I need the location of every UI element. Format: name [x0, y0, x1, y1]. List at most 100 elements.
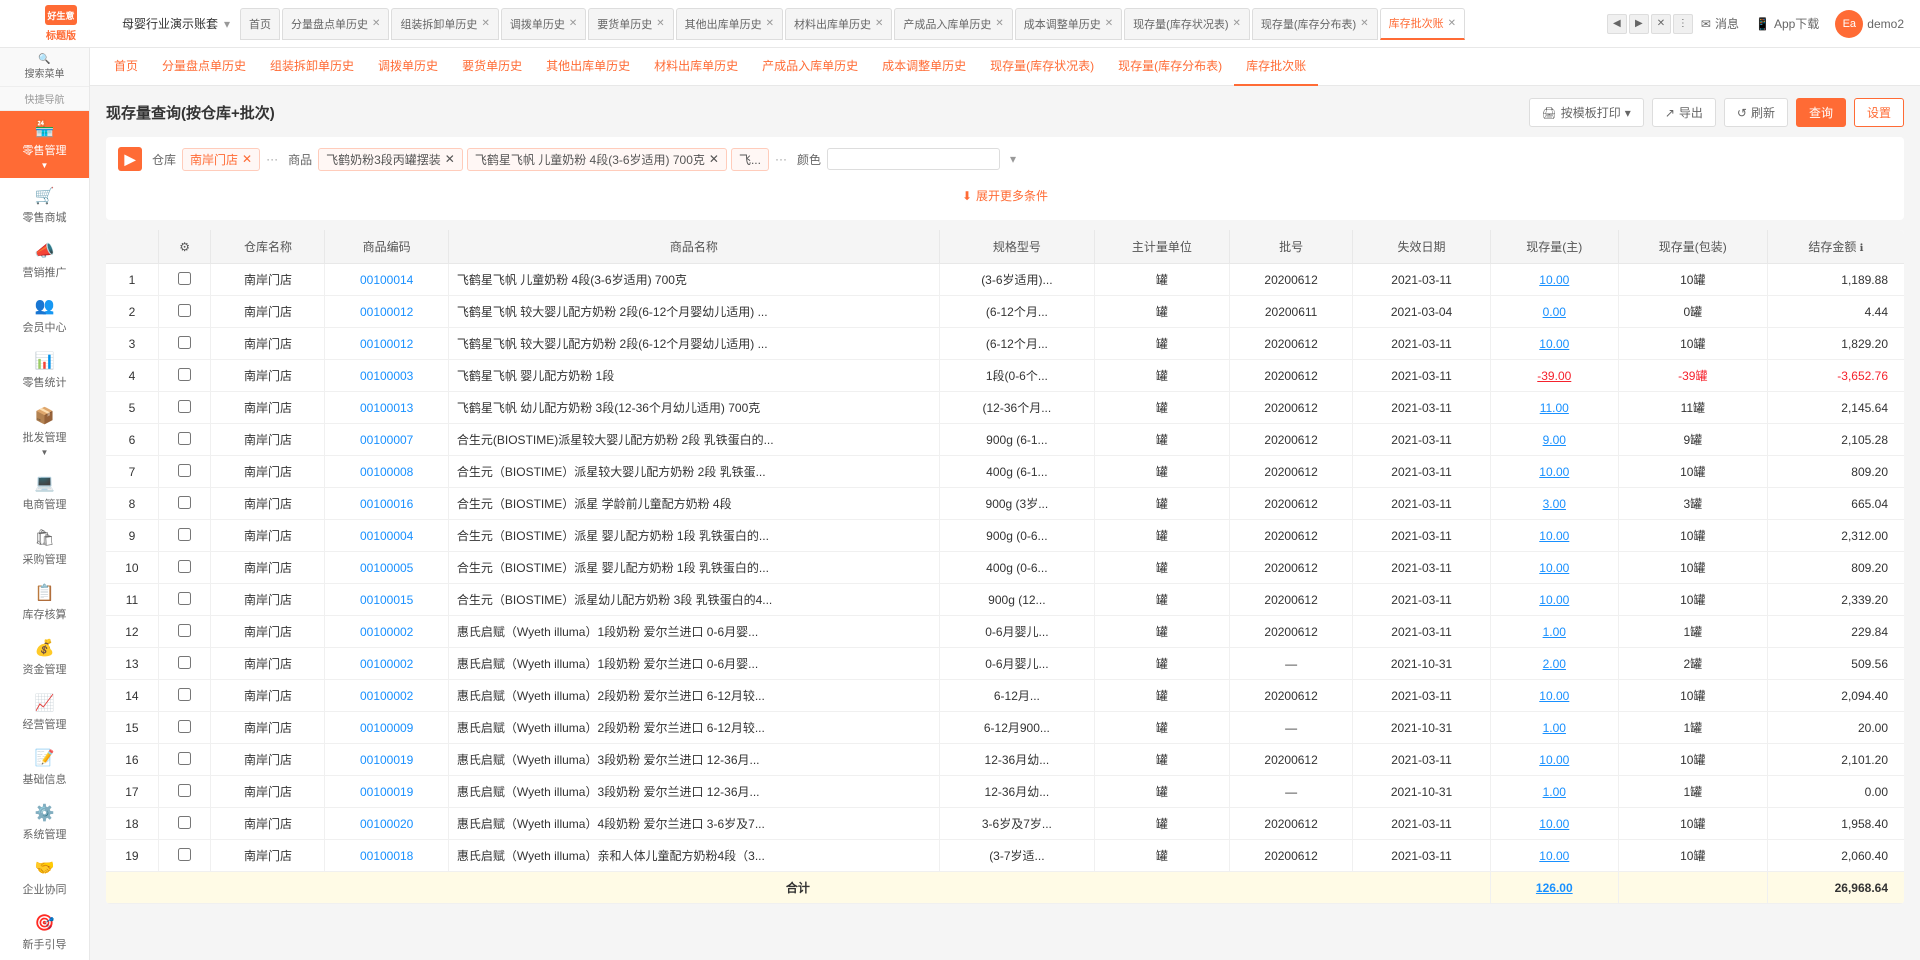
- settings-button[interactable]: 设置: [1854, 98, 1904, 127]
- sec-nav-yao_huo[interactable]: 要货单历史: [450, 48, 534, 86]
- top-tab-xian_cun1[interactable]: 现存量(库存状况表)✕: [1124, 8, 1250, 40]
- cell-checkbox[interactable]: [158, 488, 211, 520]
- row-checkbox[interactable]: [178, 688, 191, 701]
- row-checkbox[interactable]: [178, 592, 191, 605]
- top-tab-yao_huo[interactable]: 要货单历史✕: [588, 8, 673, 40]
- cell-checkbox[interactable]: [158, 648, 211, 680]
- top-tab-zu_chai[interactable]: 组装拆卸单历史✕: [391, 8, 498, 40]
- cell-checkbox[interactable]: [158, 776, 211, 808]
- cell-checkbox[interactable]: [158, 840, 211, 872]
- sidebar-item-dian_shang[interactable]: 💻电商管理: [0, 465, 89, 520]
- cell-checkbox[interactable]: [158, 328, 211, 360]
- prev-tab-button[interactable]: ◀: [1607, 14, 1627, 34]
- tab-close-icon[interactable]: ✕: [1360, 18, 1368, 29]
- cell-checkbox[interactable]: [158, 392, 211, 424]
- sec-nav-xian_cun1[interactable]: 现存量(库存状况表): [978, 48, 1106, 86]
- warehouse-tag[interactable]: 南岸门店 ✕: [182, 148, 260, 171]
- product-filter-tag[interactable]: 飞鹤奶粉3段丙罐摆装 ✕: [318, 148, 463, 171]
- filter-expand-button[interactable]: ▶: [118, 147, 142, 171]
- cell-checkbox[interactable]: [158, 264, 211, 296]
- top-tab-cai_liao[interactable]: 材料出库单历史✕: [785, 8, 892, 40]
- sidebar-item-hui_yuan[interactable]: 👥会员中心: [0, 288, 89, 343]
- sec-nav-chan_pin[interactable]: 产成品入库单历史: [750, 48, 870, 86]
- color-dropdown-icon[interactable]: ▾: [1010, 152, 1016, 166]
- sec-nav-ku_cun_pi[interactable]: 库存批次账: [1234, 48, 1318, 86]
- export-button[interactable]: ↗ 导出: [1652, 98, 1716, 127]
- top-tab-home[interactable]: 首页: [240, 8, 280, 40]
- product-tag-close[interactable]: ✕: [709, 152, 719, 166]
- row-checkbox[interactable]: [178, 816, 191, 829]
- row-checkbox[interactable]: [178, 496, 191, 509]
- col-settings[interactable]: ⚙: [158, 230, 211, 264]
- sidebar-item-jing_ying[interactable]: 📈经营管理: [0, 685, 89, 740]
- message-button[interactable]: ✉ 消息: [1701, 15, 1739, 32]
- top-tab-tiao_bo[interactable]: 调拨单历史✕: [501, 8, 586, 40]
- sidebar-item-ying_xiao[interactable]: 📣营销推广: [0, 233, 89, 288]
- cell-checkbox[interactable]: [158, 296, 211, 328]
- template-print-button[interactable]: 🖨 按模板打印 ▾: [1529, 98, 1644, 127]
- sidebar-item-ku_cun[interactable]: 📋库存核算: [0, 575, 89, 630]
- next-tab-button[interactable]: ▶: [1629, 14, 1649, 34]
- sec-nav-cai_liao[interactable]: 材料出库单历史: [642, 48, 750, 86]
- tab-close-icon[interactable]: ✕: [766, 18, 774, 29]
- workspace-dropdown-icon[interactable]: ▾: [224, 17, 230, 31]
- row-checkbox[interactable]: [178, 784, 191, 797]
- tab-close-icon[interactable]: ✕: [1448, 18, 1456, 29]
- cell-checkbox[interactable]: [158, 360, 211, 392]
- tab-close-icon[interactable]: ✕: [481, 18, 489, 29]
- sidebar-item-ling_shou_tong[interactable]: 📊零售统计: [0, 343, 89, 398]
- more-tabs-button[interactable]: ⋮: [1673, 14, 1693, 34]
- cell-checkbox[interactable]: [158, 680, 211, 712]
- cell-checkbox[interactable]: [158, 616, 211, 648]
- row-checkbox[interactable]: [178, 272, 191, 285]
- settings-icon[interactable]: ⚙: [179, 240, 190, 254]
- top-tab-cheng_ben[interactable]: 成本调整单历史✕: [1015, 8, 1122, 40]
- sidebar-item-pi_fa[interactable]: 📦批发管理▼: [0, 398, 89, 465]
- cell-checkbox[interactable]: [158, 712, 211, 744]
- search-menu-button[interactable]: 🔍 搜索菜单: [0, 48, 89, 87]
- product-more-dots[interactable]: ···: [775, 152, 787, 166]
- sec-nav-qi_ta[interactable]: 其他出库单历史: [534, 48, 642, 86]
- cell-checkbox[interactable]: [158, 552, 211, 584]
- top-tab-ku_cun_pi[interactable]: 库存批次账✕: [1380, 8, 1465, 40]
- cell-checkbox[interactable]: [158, 808, 211, 840]
- expand-more-button[interactable]: ⬇ 展开更多条件: [962, 187, 1048, 204]
- sec-nav-home[interactable]: 首页: [102, 48, 150, 86]
- close-tab-button[interactable]: ✕: [1651, 14, 1671, 34]
- tab-close-icon[interactable]: ✕: [995, 18, 1003, 29]
- tab-close-icon[interactable]: ✕: [1105, 18, 1113, 29]
- tab-close-icon[interactable]: ✕: [569, 18, 577, 29]
- sec-nav-cheng_ben[interactable]: 成本调整单历史: [870, 48, 978, 86]
- sidebar-item-cai_gou[interactable]: 🛍采购管理: [0, 520, 89, 575]
- row-checkbox[interactable]: [178, 304, 191, 317]
- top-tab-xian_cun2[interactable]: 现存量(库存分布表)✕: [1252, 8, 1378, 40]
- sec-nav-tiao_bo[interactable]: 调拨单历史: [366, 48, 450, 86]
- tab-close-icon[interactable]: ✕: [372, 18, 380, 29]
- sidebar-item-zi_jin[interactable]: 💰资金管理: [0, 630, 89, 685]
- cell-checkbox[interactable]: [158, 744, 211, 776]
- warehouse-tag-close[interactable]: ✕: [242, 152, 252, 166]
- row-checkbox[interactable]: [178, 848, 191, 861]
- row-checkbox[interactable]: [178, 528, 191, 541]
- sidebar-item-ling_shou[interactable]: 🏪零售管理▼: [0, 111, 89, 178]
- color-filter-input[interactable]: [827, 148, 1000, 170]
- row-checkbox[interactable]: [178, 560, 191, 573]
- shortcut-nav-button[interactable]: 快捷导航: [0, 87, 89, 111]
- row-checkbox[interactable]: [178, 656, 191, 669]
- row-checkbox[interactable]: [178, 752, 191, 765]
- sec-nav-fen_pan[interactable]: 分量盘点单历史: [150, 48, 258, 86]
- top-tab-qi_ta[interactable]: 其他出库单历史✕: [676, 8, 783, 40]
- row-checkbox[interactable]: [178, 432, 191, 445]
- refresh-button[interactable]: ↺ 刷新: [1724, 98, 1788, 127]
- product-filter-tag[interactable]: 飞鹤星飞帆 儿童奶粉 4段(3-6岁适用) 700克 ✕: [467, 148, 727, 171]
- sec-nav-xian_cun2[interactable]: 现存量(库存分布表): [1106, 48, 1234, 86]
- tab-close-icon[interactable]: ✕: [656, 18, 664, 29]
- balance-info-icon[interactable]: ℹ: [1860, 243, 1864, 254]
- row-checkbox[interactable]: [178, 400, 191, 413]
- cell-checkbox[interactable]: [158, 424, 211, 456]
- sidebar-item-xin_shou[interactable]: 🎯新手引导: [0, 905, 89, 960]
- product-tag-close[interactable]: ✕: [445, 152, 455, 166]
- sec-nav-zu_chai[interactable]: 组装拆卸单历史: [258, 48, 366, 86]
- sidebar-item-ji_chu[interactable]: 📝基础信息: [0, 740, 89, 795]
- sidebar-item-xi_tong[interactable]: ⚙️系统管理: [0, 795, 89, 850]
